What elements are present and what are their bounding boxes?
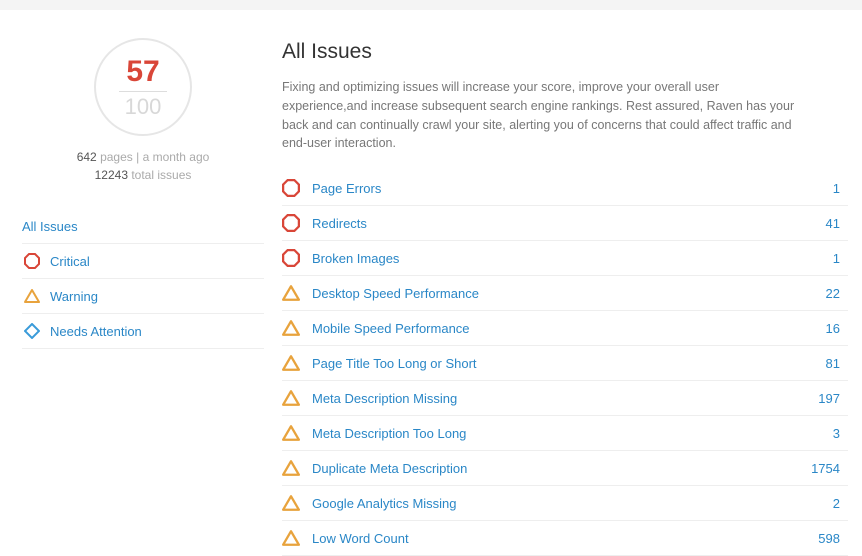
filter-all-issues[interactable]: All Issues [22,210,264,244]
main: All Issues Fixing and optimizing issues … [272,30,848,556]
issue-count: 41 [826,216,844,231]
issue-count: 81 [826,356,844,371]
issues-count: 12243 [95,168,128,182]
filter-label: Warning [50,289,98,304]
octagon-icon [282,249,300,267]
issue-row[interactable]: Low Word Count 598 [282,521,848,556]
issue-label[interactable]: Page Errors [312,181,821,196]
triangle-icon [282,319,300,337]
container: 57 100 642 pages | a month ago 12243 tot… [0,10,862,556]
triangle-icon [282,529,300,547]
issue-label[interactable]: Meta Description Too Long [312,426,821,441]
page-description: Fixing and optimizing issues will increa… [282,78,802,153]
issue-label[interactable]: Broken Images [312,251,821,266]
pages-label: pages [100,150,133,164]
issue-count: 1754 [811,461,844,476]
octagon-icon [282,179,300,197]
score-value: 57 [126,55,159,88]
score-max: 100 [125,94,162,120]
issue-row[interactable]: Desktop Speed Performance 22 [282,276,848,311]
issue-row[interactable]: Redirects 41 [282,206,848,241]
filters: All Issues Critical Warning Needs Attent… [22,210,264,349]
issue-row[interactable]: Meta Description Missing 197 [282,381,848,416]
issue-label[interactable]: Low Word Count [312,531,806,546]
issue-count: 2 [833,496,844,511]
issue-label[interactable]: Redirects [312,216,814,231]
issue-count: 22 [826,286,844,301]
triangle-icon [282,354,300,372]
octagon-icon [24,253,40,269]
issue-count: 16 [826,321,844,336]
octagon-icon [282,214,300,232]
sidebar: 57 100 642 pages | a month ago 12243 tot… [14,30,272,556]
issue-row[interactable]: Google Analytics Missing 2 [282,486,848,521]
topbar [0,0,862,10]
filter-label: Needs Attention [50,324,142,339]
page-title: All Issues [282,40,848,64]
issue-row[interactable]: Mobile Speed Performance 16 [282,311,848,346]
issue-row[interactable]: Duplicate Meta Description 1754 [282,451,848,486]
triangle-icon [282,459,300,477]
diamond-icon [24,323,40,339]
filter-label: Critical [50,254,90,269]
issue-count: 598 [818,531,844,546]
issue-row[interactable]: Broken Images 1 [282,241,848,276]
pages-count: 642 [77,150,97,164]
triangle-icon [282,494,300,512]
issue-label[interactable]: Meta Description Missing [312,391,806,406]
issue-list: Page Errors 1 Redirects 41 Broken Images 1 Des… [282,171,848,556]
filter-label: All Issues [22,219,78,234]
issue-row[interactable]: Page Errors 1 [282,171,848,206]
triangle-icon [24,288,40,304]
issue-count: 1 [833,251,844,266]
issue-label[interactable]: Google Analytics Missing [312,496,821,511]
crawl-age: a month ago [143,150,210,164]
issue-row[interactable]: Meta Description Too Long 3 [282,416,848,451]
issues-label: total issues [131,168,191,182]
issue-label[interactable]: Duplicate Meta Description [312,461,799,476]
issue-label[interactable]: Page Title Too Long or Short [312,356,814,371]
issue-label[interactable]: Desktop Speed Performance [312,286,814,301]
issue-label[interactable]: Mobile Speed Performance [312,321,814,336]
issue-row[interactable]: Page Title Too Long or Short 81 [282,346,848,381]
filter-needs-attention[interactable]: Needs Attention [22,314,264,349]
issues-meta: 12243 total issues [22,168,264,182]
triangle-icon [282,424,300,442]
issue-count: 1 [833,181,844,196]
issue-count: 3 [833,426,844,441]
pages-meta: 642 pages | a month ago [22,150,264,164]
filter-critical[interactable]: Critical [22,244,264,279]
triangle-icon [282,284,300,302]
triangle-icon [282,389,300,407]
filter-warning[interactable]: Warning [22,279,264,314]
meta-separator: | [136,150,139,164]
issue-count: 197 [818,391,844,406]
score-circle: 57 100 [94,38,192,136]
score-divider [119,91,167,92]
